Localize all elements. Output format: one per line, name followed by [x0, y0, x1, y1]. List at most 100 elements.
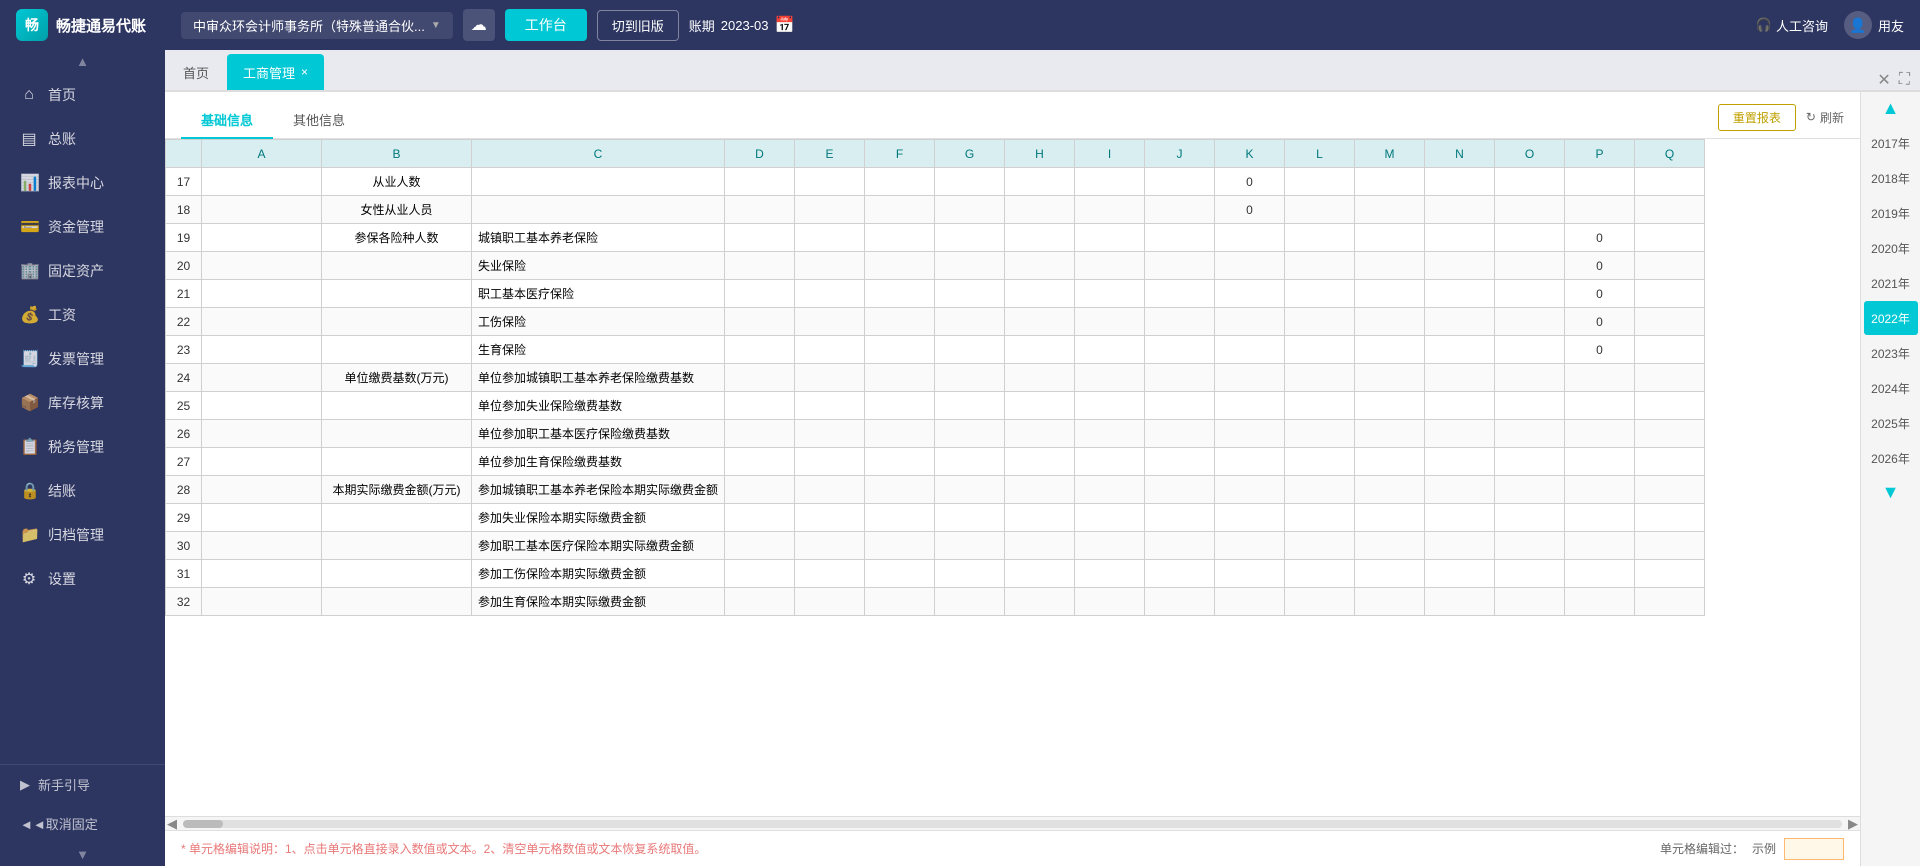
- cell-i[interactable]: [1075, 588, 1145, 616]
- cell-c[interactable]: 参加生育保险本期实际缴费金额: [472, 588, 725, 616]
- cell-i[interactable]: [1075, 196, 1145, 224]
- cell-f[interactable]: [865, 588, 935, 616]
- cell-h[interactable]: [1005, 196, 1075, 224]
- sub-tab-basic[interactable]: 基础信息: [181, 102, 273, 139]
- cell-f[interactable]: [865, 532, 935, 560]
- cell-h[interactable]: [1005, 280, 1075, 308]
- cell-k[interactable]: [1215, 308, 1285, 336]
- cell-n[interactable]: [1425, 336, 1495, 364]
- tab-home[interactable]: 首页: [167, 54, 225, 90]
- cell-h[interactable]: [1005, 168, 1075, 196]
- cell-m[interactable]: [1355, 448, 1425, 476]
- cell-h[interactable]: [1005, 588, 1075, 616]
- cell-p[interactable]: [1565, 392, 1635, 420]
- support-button[interactable]: 🎧 人工咨询: [1756, 16, 1828, 35]
- cell-g[interactable]: [935, 252, 1005, 280]
- cell-p[interactable]: [1565, 364, 1635, 392]
- cell-e[interactable]: [795, 532, 865, 560]
- cell-i[interactable]: [1075, 448, 1145, 476]
- cell-l[interactable]: [1285, 560, 1355, 588]
- col-header-C[interactable]: C: [472, 140, 725, 168]
- cell-n[interactable]: [1425, 420, 1495, 448]
- cell-g[interactable]: [935, 588, 1005, 616]
- cell-p[interactable]: [1565, 420, 1635, 448]
- right-panel-scroll-down[interactable]: ▼: [1861, 476, 1920, 509]
- cell-e[interactable]: [795, 588, 865, 616]
- cell-g[interactable]: [935, 196, 1005, 224]
- cell-h[interactable]: [1005, 476, 1075, 504]
- cell-m[interactable]: [1355, 560, 1425, 588]
- cell-l[interactable]: [1285, 168, 1355, 196]
- cell-q[interactable]: [1635, 336, 1705, 364]
- cell-e[interactable]: [795, 476, 865, 504]
- cell-g[interactable]: [935, 476, 1005, 504]
- close-window-button[interactable]: ✕: [1877, 70, 1890, 90]
- cell-k[interactable]: [1215, 336, 1285, 364]
- sidebar-item-ledger[interactable]: ▤ 总账: [0, 117, 165, 161]
- cell-d[interactable]: [725, 532, 795, 560]
- cell-m[interactable]: [1355, 364, 1425, 392]
- old-version-button[interactable]: 切到旧版: [597, 10, 679, 41]
- cell-n[interactable]: [1425, 224, 1495, 252]
- cell-j[interactable]: [1145, 336, 1215, 364]
- cell-g[interactable]: [935, 504, 1005, 532]
- cell-q[interactable]: [1635, 448, 1705, 476]
- cell-i[interactable]: [1075, 364, 1145, 392]
- cell-m[interactable]: [1355, 168, 1425, 196]
- cell-j[interactable]: [1145, 532, 1215, 560]
- cell-l[interactable]: [1285, 532, 1355, 560]
- cell-f[interactable]: [865, 448, 935, 476]
- cell-p[interactable]: [1565, 532, 1635, 560]
- col-header-J[interactable]: J: [1145, 140, 1215, 168]
- sub-tab-other[interactable]: 其他信息: [273, 102, 365, 139]
- cell-g[interactable]: [935, 308, 1005, 336]
- cell-p[interactable]: 0: [1565, 308, 1635, 336]
- cell-l[interactable]: [1285, 252, 1355, 280]
- sidebar-item-inventory[interactable]: 📦 库存核算: [0, 381, 165, 425]
- cell-p[interactable]: 0: [1565, 280, 1635, 308]
- cell-b[interactable]: 参保各险种人数: [322, 224, 472, 252]
- cell-p[interactable]: [1565, 504, 1635, 532]
- cell-n[interactable]: [1425, 476, 1495, 504]
- cell-j[interactable]: [1145, 420, 1215, 448]
- cell-h[interactable]: [1005, 392, 1075, 420]
- cell-m[interactable]: [1355, 252, 1425, 280]
- cell-e[interactable]: [795, 168, 865, 196]
- cell-i[interactable]: [1075, 252, 1145, 280]
- cell-l[interactable]: [1285, 476, 1355, 504]
- col-header-N[interactable]: N: [1425, 140, 1495, 168]
- cell-d[interactable]: [725, 588, 795, 616]
- cell-n[interactable]: [1425, 448, 1495, 476]
- cell-a[interactable]: [202, 392, 322, 420]
- cell-p[interactable]: [1565, 476, 1635, 504]
- cell-k[interactable]: [1215, 420, 1285, 448]
- cell-c[interactable]: 参加城镇职工基本养老保险本期实际缴费金额: [472, 476, 725, 504]
- cell-j[interactable]: [1145, 364, 1215, 392]
- year-item[interactable]: 2025年: [1864, 406, 1918, 440]
- col-header-K[interactable]: K: [1215, 140, 1285, 168]
- cell-g[interactable]: [935, 448, 1005, 476]
- year-item[interactable]: 2019年: [1864, 196, 1918, 230]
- col-header-F[interactable]: F: [865, 140, 935, 168]
- year-item[interactable]: 2024年: [1864, 371, 1918, 405]
- cell-a[interactable]: [202, 532, 322, 560]
- year-item[interactable]: 2020年: [1864, 231, 1918, 265]
- col-header-L[interactable]: L: [1285, 140, 1355, 168]
- cell-p[interactable]: 0: [1565, 224, 1635, 252]
- cell-k[interactable]: [1215, 504, 1285, 532]
- cell-l[interactable]: [1285, 224, 1355, 252]
- cell-q[interactable]: [1635, 476, 1705, 504]
- col-header-I[interactable]: I: [1075, 140, 1145, 168]
- cell-f[interactable]: [865, 224, 935, 252]
- cell-d[interactable]: [725, 252, 795, 280]
- sidebar-scroll-down[interactable]: ▼: [0, 843, 165, 866]
- cell-c[interactable]: 单位参加生育保险缴费基数: [472, 448, 725, 476]
- sidebar-item-archive[interactable]: 📁 归档管理: [0, 513, 165, 557]
- cell-o[interactable]: [1495, 252, 1565, 280]
- cell-c[interactable]: 单位参加失业保险缴费基数: [472, 392, 725, 420]
- cell-o[interactable]: [1495, 504, 1565, 532]
- year-item[interactable]: 2021年: [1864, 266, 1918, 300]
- cell-q[interactable]: [1635, 560, 1705, 588]
- cell-k[interactable]: [1215, 224, 1285, 252]
- cell-b[interactable]: [322, 392, 472, 420]
